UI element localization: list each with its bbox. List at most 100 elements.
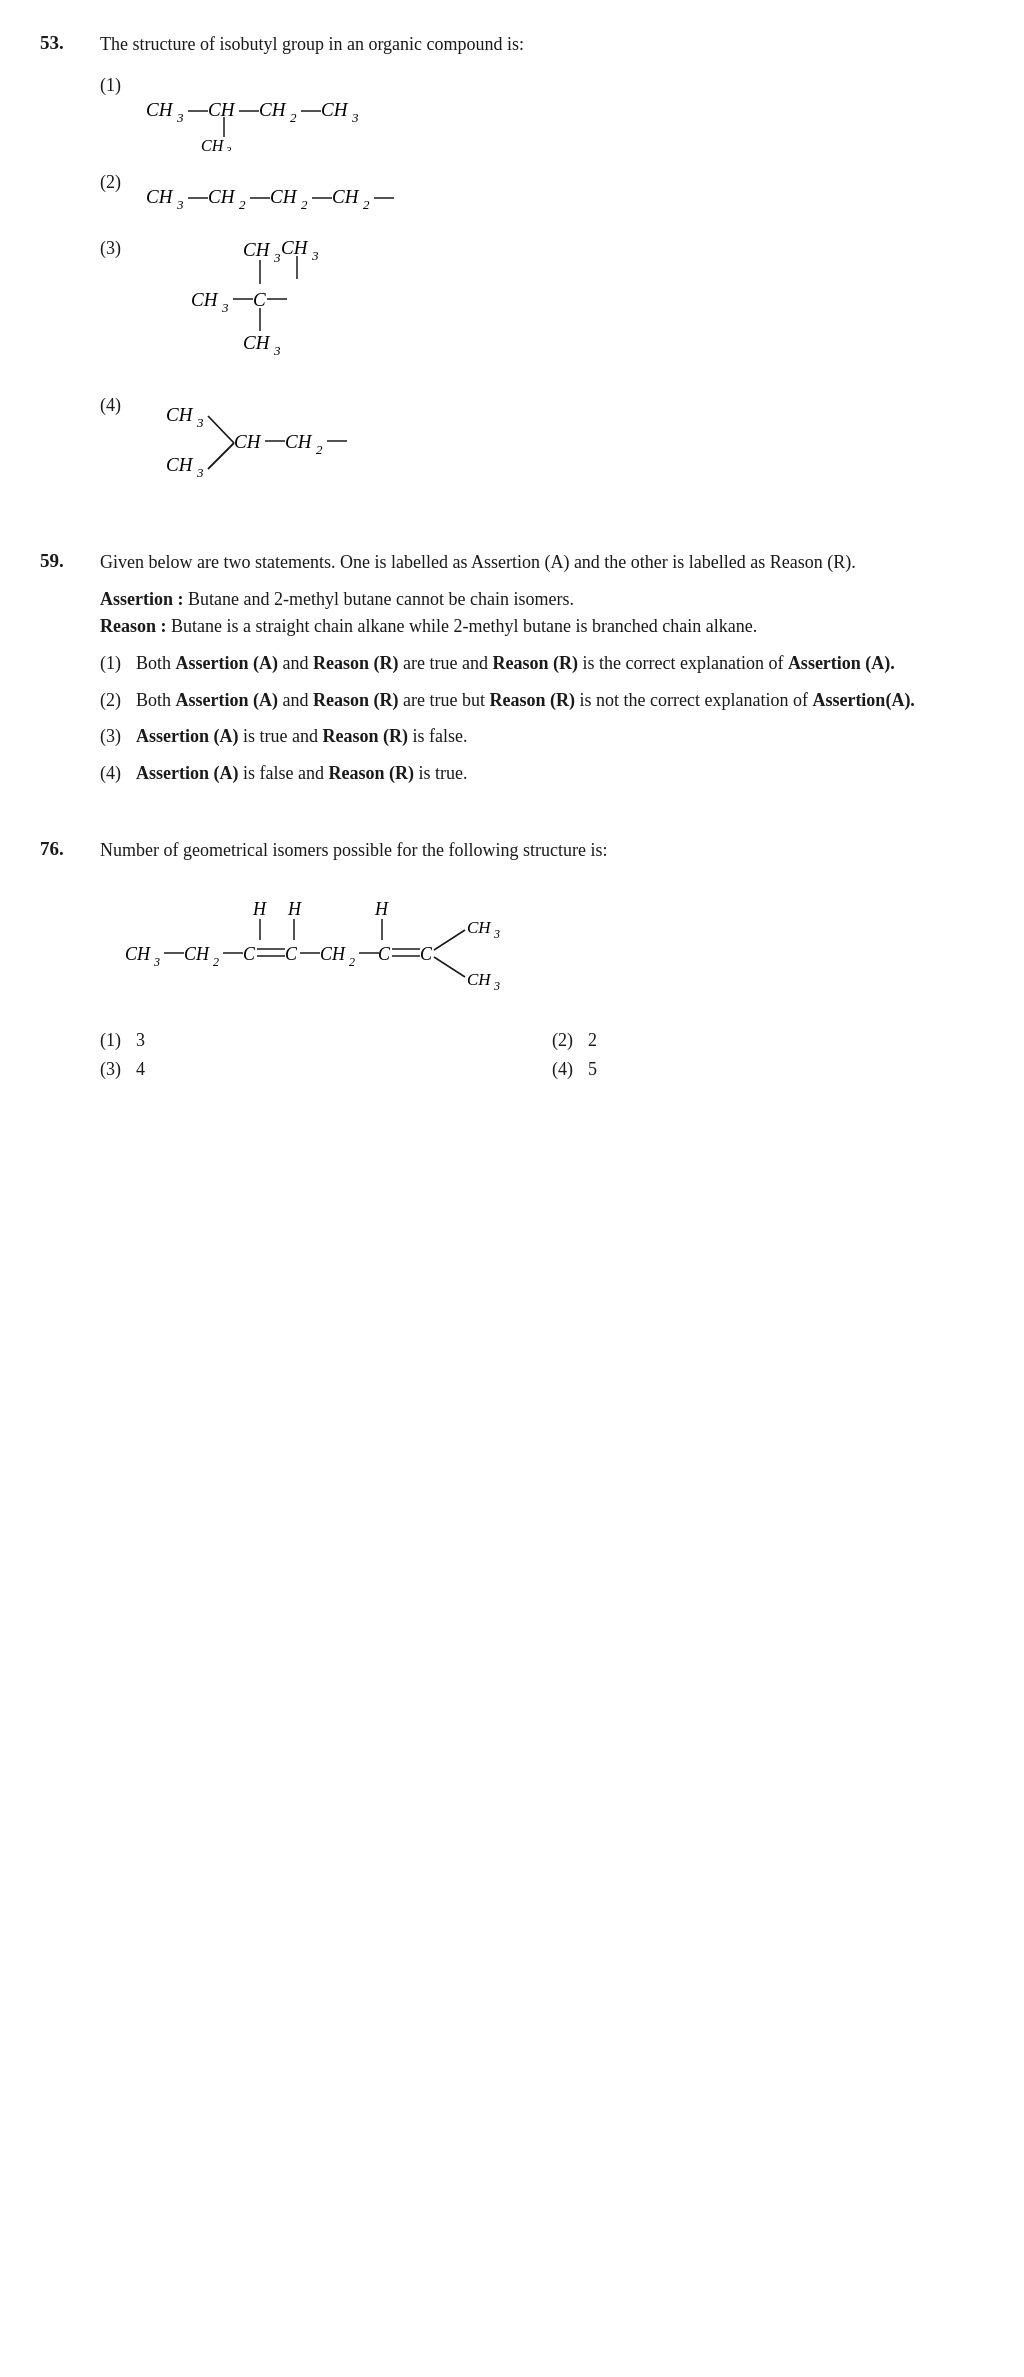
svg-text:3: 3 [493, 927, 500, 941]
svg-text:C: C [253, 289, 266, 310]
q59-opt3-num: (3) [100, 722, 128, 751]
q53-opt4-svg: CH 3 CH 3 CH CH 2 [136, 391, 516, 491]
q76-option-1: (1) 3 [100, 1030, 532, 1051]
svg-line-78 [434, 957, 465, 977]
svg-text:2: 2 [290, 110, 297, 125]
q53-opt3-num: (3) [100, 234, 128, 383]
q59-opt3-text: Assertion (A) is true and Reason (R) is … [136, 722, 984, 751]
q76-number: 76. [40, 836, 90, 1080]
q53-number: 53. [40, 30, 90, 508]
svg-text:CH: CH [166, 404, 194, 425]
svg-text:CH: CH [243, 332, 271, 353]
q76-options: (1) 3 (2) 2 (3) 4 (4) 5 [100, 1030, 984, 1080]
q59-content: Given below are two statements. One is l… [100, 548, 984, 796]
svg-text:CH: CH [467, 970, 492, 989]
svg-line-45 [208, 443, 234, 469]
q59-text: Given below are two statements. One is l… [100, 548, 984, 577]
svg-text:2: 2 [316, 442, 323, 457]
q53-opt3-structure: CH 3 CH 3 C CH 3 [136, 234, 456, 383]
svg-text:3: 3 [176, 197, 184, 212]
q53-content: The structure of isobutyl group in an or… [100, 30, 984, 508]
q59-assertion: Assertion : Butane and 2-methyl butane c… [100, 589, 984, 610]
svg-text:CH: CH [234, 431, 262, 452]
svg-text:3: 3 [221, 300, 229, 315]
svg-text:3: 3 [196, 465, 204, 480]
svg-text:CH: CH [467, 918, 492, 937]
q76-opt3-num: (3) [100, 1059, 128, 1080]
q76-option-4: (4) 5 [552, 1059, 984, 1080]
svg-line-75 [434, 930, 465, 950]
q76-opt4-num: (4) [552, 1059, 580, 1080]
question-53: 53. The structure of isobutyl group in a… [40, 30, 984, 508]
svg-text:H: H [374, 899, 389, 919]
svg-text:CH: CH [208, 99, 236, 120]
q53-option-4: (4) CH 3 CH 3 CH CH [100, 391, 984, 500]
svg-text:2: 2 [213, 955, 219, 969]
svg-line-44 [208, 416, 234, 443]
q53-opt4-num: (4) [100, 391, 128, 500]
q76-option-2: (2) 2 [552, 1030, 984, 1051]
q76-content: Number of geometrical isomers possible f… [100, 836, 984, 1080]
q76-opt3-text: 4 [136, 1059, 145, 1080]
q59-reason-text: Butane is a straight chain alkane while … [171, 616, 757, 636]
svg-text:2: 2 [349, 955, 355, 969]
svg-text:2: 2 [301, 197, 308, 212]
svg-text:3: 3 [311, 248, 319, 263]
q59-opt4-num: (4) [100, 759, 128, 788]
question-59: 59. Given below are two statements. One … [40, 548, 984, 796]
svg-text:CH: CH [281, 237, 309, 258]
q59-opt2-text: Both Assertion (A) and Reason (R) are tr… [136, 686, 984, 715]
q76-opt4-text: 5 [588, 1059, 597, 1080]
q59-number: 59. [40, 548, 90, 796]
q59-option-3: (3) Assertion (A) is true and Reason (R)… [100, 722, 984, 751]
q59-assertion-label: Assertion : [100, 589, 184, 609]
svg-text:3: 3 [176, 110, 184, 125]
svg-text:CH: CH [191, 289, 219, 310]
q59-option-4: (4) Assertion (A) is false and Reason (R… [100, 759, 984, 788]
svg-text:C: C [378, 944, 391, 964]
svg-text:CH: CH [270, 186, 298, 207]
svg-text:H: H [252, 899, 267, 919]
svg-text:H: H [287, 899, 302, 919]
q59-opt2-num: (2) [100, 686, 128, 715]
svg-text:2: 2 [239, 197, 246, 212]
q76-option-3: (3) 4 [100, 1059, 532, 1080]
svg-text:3: 3 [153, 955, 160, 969]
svg-text:C: C [243, 944, 256, 964]
q59-option-2: (2) Both Assertion (A) and Reason (R) ar… [100, 686, 984, 715]
svg-text:CH: CH [146, 99, 174, 120]
q53-opt2-svg: CH 3 CH 2 CH 2 CH 2 [136, 168, 516, 218]
svg-text:CH: CH [184, 944, 210, 964]
q53-opt1-structure: CH 3 CH CH 2 CH 3 [136, 71, 456, 160]
q53-opt2-num: (2) [100, 168, 128, 227]
q76-opt2-num: (2) [552, 1030, 580, 1051]
svg-text:CH: CH [201, 137, 225, 151]
svg-text:CH: CH [320, 944, 346, 964]
q59-options-list: (1) Both Assertion (A) and Reason (R) ar… [100, 649, 984, 788]
q53-opt1-num: (1) [100, 71, 128, 160]
q76-opt1-text: 3 [136, 1030, 145, 1051]
question-76: 76. Number of geometrical isomers possib… [40, 836, 984, 1080]
q76-structure-svg: CH 3 CH 2 H C C H [120, 885, 940, 1005]
q76-opt2-text: 2 [588, 1030, 597, 1051]
svg-text:3: 3 [493, 979, 500, 993]
svg-text:CH: CH [332, 186, 360, 207]
q59-option-1: (1) Both Assertion (A) and Reason (R) ar… [100, 649, 984, 678]
q59-reason-label: Reason : [100, 616, 167, 636]
svg-text:C: C [285, 944, 298, 964]
svg-text:3: 3 [196, 415, 204, 430]
q76-structure: CH 3 CH 2 H C C H [120, 885, 984, 1010]
svg-text:3: 3 [351, 110, 359, 125]
svg-text:CH: CH [259, 99, 287, 120]
q53-option-3: (3) CH 3 CH 3 C [100, 234, 984, 383]
q53-opt2-structure: CH 3 CH 2 CH 2 CH 2 [136, 168, 516, 227]
q53-opt1-svg: CH 3 CH CH 2 CH 3 [136, 71, 456, 151]
svg-text:2: 2 [363, 197, 370, 212]
q53-text: The structure of isobutyl group in an or… [100, 30, 984, 59]
q53-opt3-svg: CH 3 CH 3 C CH 3 [136, 234, 456, 374]
svg-text:CH: CH [166, 454, 194, 475]
q59-assertion-text: Butane and 2-methyl butane cannot be cha… [188, 589, 574, 609]
svg-text:CH: CH [125, 944, 151, 964]
svg-text:C: C [420, 944, 433, 964]
q53-option-2: (2) CH 3 CH 2 CH 2 CH 2 [100, 168, 984, 227]
